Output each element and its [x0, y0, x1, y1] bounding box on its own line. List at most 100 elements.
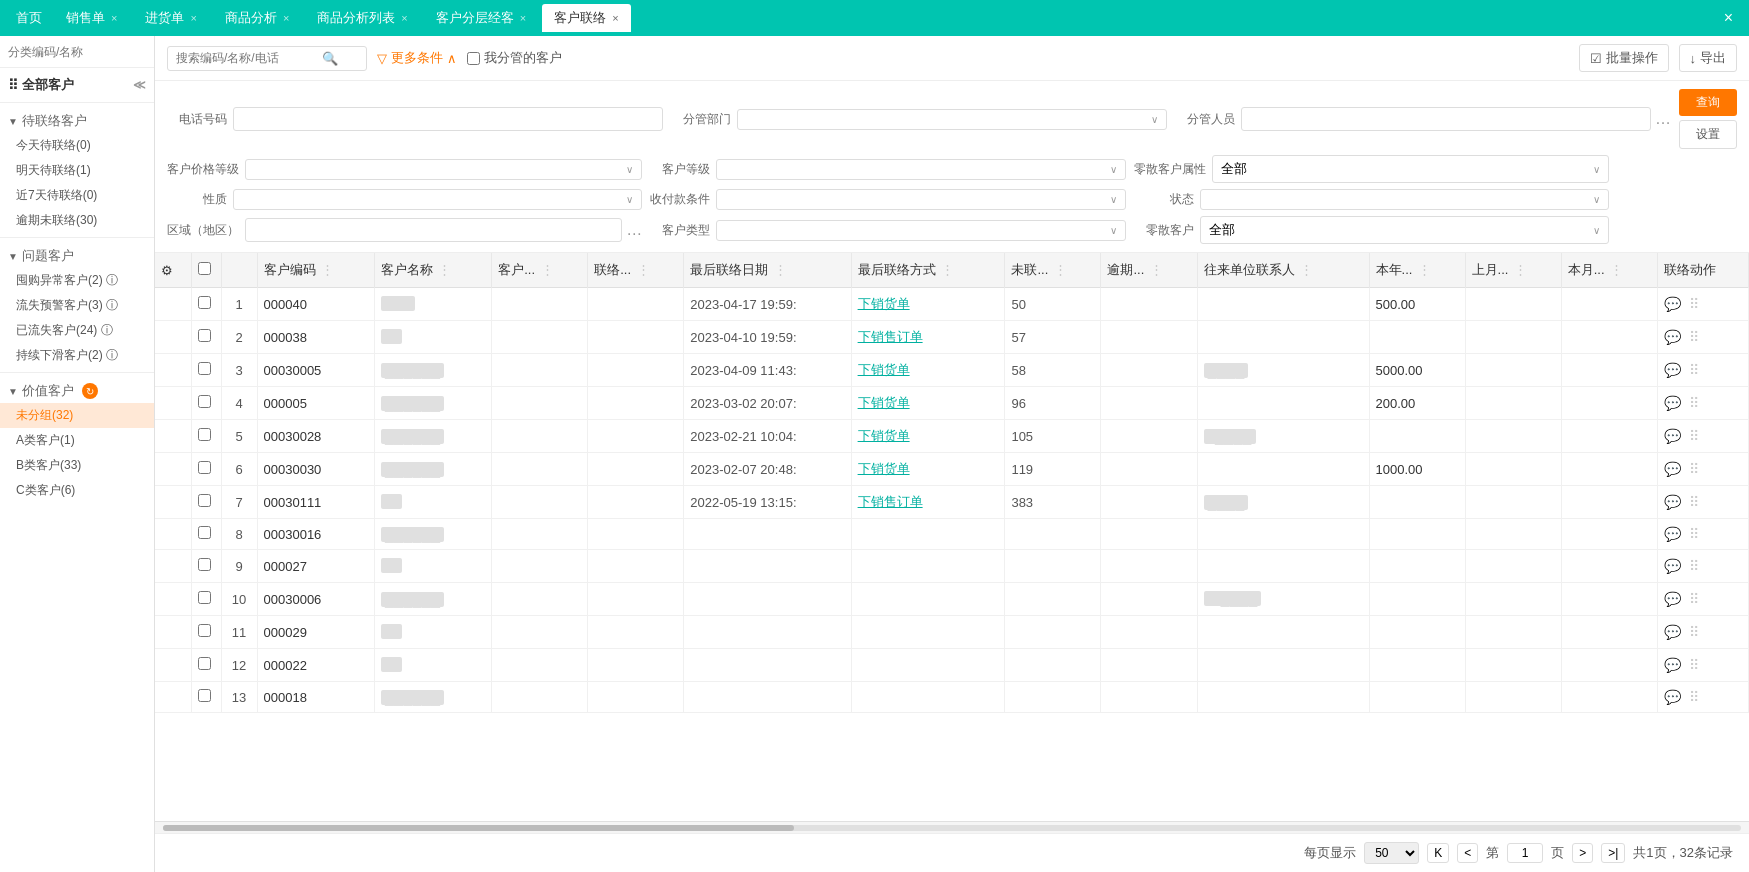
settings-col-header[interactable]: ⚙: [155, 253, 191, 288]
tab-purchase-order[interactable]: 进货单 ×: [133, 4, 208, 32]
grid-icon[interactable]: ⠿: [1689, 329, 1699, 345]
query-button[interactable]: 查询: [1679, 89, 1737, 116]
row-checkbox-cell[interactable]: [191, 420, 221, 453]
row-last-method-cell[interactable]: [851, 682, 1005, 713]
payment-select[interactable]: ∨: [716, 189, 1125, 210]
sidebar-item-abnormal[interactable]: 囤购异常客户(2) ⓘ: [0, 268, 154, 293]
problem-customers-group[interactable]: ▼ 问题客户: [0, 242, 154, 268]
message-icon[interactable]: 💬: [1664, 362, 1681, 378]
tab-sales-order[interactable]: 销售单 ×: [54, 4, 129, 32]
no-contact-col-header[interactable]: 未联... ⋮: [1005, 253, 1101, 288]
last-month-col-header[interactable]: 上月... ⋮: [1465, 253, 1561, 288]
message-icon[interactable]: 💬: [1664, 494, 1681, 510]
region-dots-btn[interactable]: …: [626, 221, 642, 239]
my-customers-check[interactable]: [467, 52, 480, 65]
sidebar-item-7days-contact[interactable]: 近7天待联络(0): [0, 183, 154, 208]
message-icon[interactable]: 💬: [1664, 558, 1681, 574]
first-page-btn[interactable]: K: [1427, 843, 1449, 863]
main-search-icon[interactable]: 🔍: [322, 51, 338, 66]
current-page-input[interactable]: [1507, 843, 1543, 863]
row-last-method-cell[interactable]: [851, 649, 1005, 682]
close-product-analysis-icon[interactable]: ×: [283, 12, 289, 24]
message-icon[interactable]: 💬: [1664, 329, 1681, 345]
customer-grade-select[interactable]: ∨: [716, 159, 1125, 180]
value-customers-group[interactable]: ▼ 价值客户 ↻: [0, 377, 154, 403]
next-page-btn[interactable]: >: [1572, 843, 1593, 863]
tab-product-analysis[interactable]: 商品分析 ×: [213, 4, 301, 32]
all-customers-section[interactable]: ⠿ 全部客户 ≪: [0, 68, 154, 98]
code-col-header[interactable]: 客户编码 ⋮: [257, 253, 374, 288]
grid-icon[interactable]: ⠿: [1689, 657, 1699, 673]
row-checkbox-cell[interactable]: [191, 519, 221, 550]
row-checkbox[interactable]: [198, 329, 211, 342]
collapse-sidebar-btn[interactable]: ≪: [133, 78, 146, 92]
nature-select[interactable]: ∨: [233, 189, 642, 210]
row-checkbox-cell[interactable]: [191, 453, 221, 486]
main-search-input[interactable]: [176, 51, 316, 65]
grid-icon[interactable]: ⠿: [1689, 494, 1699, 510]
select-all-checkbox[interactable]: [198, 262, 211, 275]
scrollbar-thumb[interactable]: [163, 825, 794, 831]
checkbox-col-header[interactable]: [191, 253, 221, 288]
prev-page-btn[interactable]: <: [1457, 843, 1478, 863]
phone-input[interactable]: [233, 107, 663, 131]
close-purchase-order-icon[interactable]: ×: [190, 12, 196, 24]
row-checkbox-cell[interactable]: [191, 616, 221, 649]
close-sales-order-icon[interactable]: ×: [111, 12, 117, 24]
row-last-method-cell[interactable]: [851, 519, 1005, 550]
region-input[interactable]: [245, 218, 622, 242]
retail-customer-select[interactable]: 全部 ∨: [1200, 216, 1609, 244]
export-btn[interactable]: ↓ 导出: [1679, 44, 1738, 72]
row-checkbox[interactable]: [198, 526, 211, 539]
row-checkbox-cell[interactable]: [191, 550, 221, 583]
grid-icon[interactable]: ⠿: [1689, 689, 1699, 705]
row-checkbox-cell[interactable]: [191, 486, 221, 519]
grid-icon[interactable]: ⠿: [1689, 461, 1699, 477]
this-year-col-header[interactable]: 本年... ⋮: [1369, 253, 1465, 288]
sidebar-item-overdue-contact[interactable]: 逾期未联络(30): [0, 208, 154, 233]
message-icon[interactable]: 💬: [1664, 296, 1681, 312]
row-checkbox[interactable]: [198, 362, 211, 375]
this-month-col-header[interactable]: 本月... ⋮: [1561, 253, 1657, 288]
row-last-method-cell[interactable]: [851, 550, 1005, 583]
close-customer-contact-icon[interactable]: ×: [612, 12, 618, 24]
row-checkbox[interactable]: [198, 558, 211, 571]
row-checkbox-cell[interactable]: [191, 649, 221, 682]
row-last-method-cell[interactable]: 下销售订单: [851, 486, 1005, 519]
batch-operation-btn[interactable]: ☑ 批量操作: [1579, 44, 1669, 72]
price-grade-select[interactable]: ∨: [245, 159, 642, 180]
customer-type-select[interactable]: ∨: [716, 220, 1125, 241]
page-size-select[interactable]: 50 100 200: [1364, 842, 1419, 864]
message-icon[interactable]: 💬: [1664, 591, 1681, 607]
message-icon[interactable]: 💬: [1664, 657, 1681, 673]
last-date-col-header[interactable]: 最后联络日期 ⋮: [684, 253, 851, 288]
sidebar-item-ungroup[interactable]: 未分组(32): [0, 403, 154, 428]
sidebar-item-churn-warning[interactable]: 流失预警客户(3) ⓘ: [0, 293, 154, 318]
last-page-btn[interactable]: >|: [1601, 843, 1625, 863]
sidebar-item-class-c[interactable]: C类客户(6): [0, 478, 154, 503]
message-icon[interactable]: 💬: [1664, 526, 1681, 542]
row-checkbox[interactable]: [198, 461, 211, 474]
row-last-method-cell[interactable]: 下销货单: [851, 354, 1005, 387]
name-col-header[interactable]: 客户名称 ⋮: [374, 253, 491, 288]
contact-person-col-header[interactable]: 往来单位联系人 ⋮: [1197, 253, 1369, 288]
sidebar-search-input[interactable]: [8, 45, 155, 59]
row-checkbox-cell[interactable]: [191, 387, 221, 420]
row-checkbox[interactable]: [198, 657, 211, 670]
tab-customer-contact[interactable]: 客户联络 ×: [542, 4, 630, 32]
grid-icon[interactable]: ⠿: [1689, 591, 1699, 607]
sidebar-item-tomorrow-contact[interactable]: 明天待联络(1): [0, 158, 154, 183]
row-checkbox-cell[interactable]: [191, 288, 221, 321]
row-checkbox-cell[interactable]: [191, 682, 221, 713]
row-last-method-cell[interactable]: 下销货单: [851, 453, 1005, 486]
retail-attr-select[interactable]: 全部 ∨: [1212, 155, 1609, 183]
contact-col-header[interactable]: 联络... ⋮: [588, 253, 684, 288]
message-icon[interactable]: 💬: [1664, 395, 1681, 411]
overdue-col-header[interactable]: 逾期... ⋮: [1101, 253, 1197, 288]
row-last-method-cell[interactable]: 下销货单: [851, 420, 1005, 453]
pending-contact-group[interactable]: ▼ 待联络客户: [0, 107, 154, 133]
window-close-button[interactable]: ×: [1716, 9, 1741, 27]
row-checkbox[interactable]: [198, 296, 211, 309]
sidebar-item-class-b[interactable]: B类客户(33): [0, 453, 154, 478]
status-select[interactable]: ∨: [1200, 189, 1609, 210]
